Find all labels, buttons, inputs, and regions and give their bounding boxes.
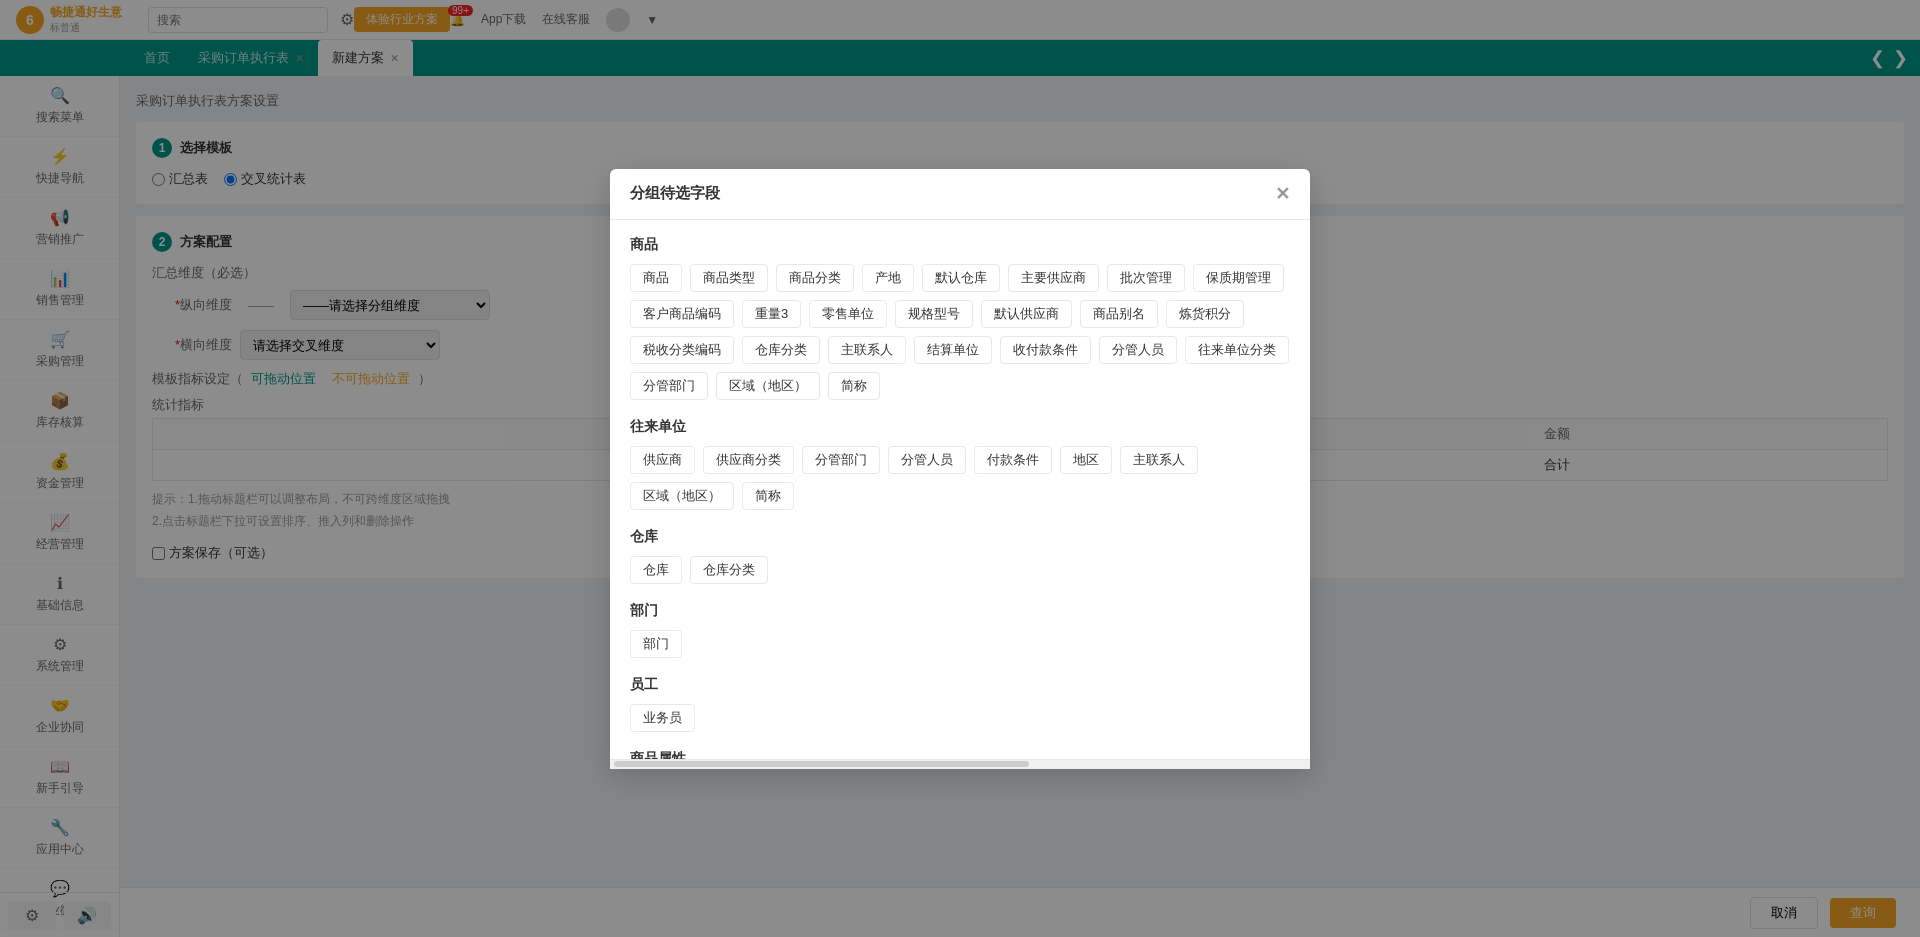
product-attr-section-title: 商品属性 xyxy=(630,750,1290,759)
modal-close-button[interactable]: ✕ xyxy=(1275,183,1290,205)
field-tag[interactable]: 业务员 xyxy=(630,704,695,732)
field-tag[interactable]: 保质期管理 xyxy=(1193,264,1284,292)
field-section-partner: 往来单位 供应商 供应商分类 分管部门 分管人员 付款条件 地区 主联系人 区域… xyxy=(630,418,1290,510)
field-tag[interactable]: 仓库分类 xyxy=(742,336,820,364)
partner-section-title: 往来单位 xyxy=(630,418,1290,436)
modal-hscroll-thumb[interactable] xyxy=(614,761,1029,767)
field-tag[interactable]: 区域（地区） xyxy=(630,482,734,510)
goods-field-tags: 商品 商品类型 商品分类 产地 默认仓库 主要供应商 批次管理 保质期管理 客户… xyxy=(630,264,1290,400)
field-tag[interactable]: 地区 xyxy=(1060,446,1112,474)
field-tag[interactable]: 客户商品编码 xyxy=(630,300,734,328)
field-section-goods: 商品 商品 商品类型 商品分类 产地 默认仓库 主要供应商 批次管理 保质期管理… xyxy=(630,236,1290,400)
staff-field-tags: 业务员 xyxy=(630,704,1290,732)
field-tag[interactable]: 分管部门 xyxy=(630,372,708,400)
field-select-modal: 分组待选字段 ✕ 商品 商品 商品类型 商品分类 产地 默认仓库 主要供应商 批… xyxy=(610,169,1310,769)
field-tag[interactable]: 默认仓库 xyxy=(922,264,1000,292)
field-tag[interactable]: 炼货积分 xyxy=(1166,300,1244,328)
field-tag[interactable]: 商品 xyxy=(630,264,682,292)
field-tag[interactable]: 零售单位 xyxy=(809,300,887,328)
modal-horizontal-scrollbar[interactable] xyxy=(610,759,1310,769)
partner-field-tags: 供应商 供应商分类 分管部门 分管人员 付款条件 地区 主联系人 区域（地区） … xyxy=(630,446,1290,510)
field-tag[interactable]: 简称 xyxy=(742,482,794,510)
field-tag[interactable]: 区域（地区） xyxy=(716,372,820,400)
field-tag[interactable]: 批次管理 xyxy=(1107,264,1185,292)
modal-overlay: 分组待选字段 ✕ 商品 商品 商品类型 商品分类 产地 默认仓库 主要供应商 批… xyxy=(0,0,1920,937)
modal-title: 分组待选字段 xyxy=(630,184,720,203)
field-tag[interactable]: 简称 xyxy=(828,372,880,400)
warehouse-field-tags: 仓库 仓库分类 xyxy=(630,556,1290,584)
field-tag[interactable]: 规格型号 xyxy=(895,300,973,328)
field-tag[interactable]: 商品分类 xyxy=(776,264,854,292)
field-tag[interactable]: 分管部门 xyxy=(802,446,880,474)
field-tag[interactable]: 供应商 xyxy=(630,446,695,474)
field-tag[interactable]: 分管人员 xyxy=(1099,336,1177,364)
field-tag[interactable]: 结算单位 xyxy=(914,336,992,364)
field-tag[interactable]: 主要供应商 xyxy=(1008,264,1099,292)
field-tag[interactable]: 仓库 xyxy=(630,556,682,584)
field-tag[interactable]: 商品类型 xyxy=(690,264,768,292)
modal-header: 分组待选字段 ✕ xyxy=(610,169,1310,220)
dept-section-title: 部门 xyxy=(630,602,1290,620)
field-section-product-attr: 商品属性 属性 颜色 多规格 尺码 鞋码 1 xyxy=(630,750,1290,759)
field-tag[interactable]: 默认供应商 xyxy=(981,300,1072,328)
field-tag[interactable]: 供应商分类 xyxy=(703,446,794,474)
field-tag[interactable]: 仓库分类 xyxy=(690,556,768,584)
field-tag[interactable]: 重量3 xyxy=(742,300,801,328)
warehouse-section-title: 仓库 xyxy=(630,528,1290,546)
field-tag[interactable]: 主联系人 xyxy=(1120,446,1198,474)
field-tag[interactable]: 税收分类编码 xyxy=(630,336,734,364)
modal-body: 商品 商品 商品类型 商品分类 产地 默认仓库 主要供应商 批次管理 保质期管理… xyxy=(610,220,1310,759)
field-section-dept: 部门 部门 xyxy=(630,602,1290,658)
field-tag[interactable]: 往来单位分类 xyxy=(1185,336,1289,364)
field-tag[interactable]: 部门 xyxy=(630,630,682,658)
field-tag[interactable]: 产地 xyxy=(862,264,914,292)
field-tag[interactable]: 付款条件 xyxy=(974,446,1052,474)
dept-field-tags: 部门 xyxy=(630,630,1290,658)
field-tag[interactable]: 分管人员 xyxy=(888,446,966,474)
field-tag[interactable]: 商品别名 xyxy=(1080,300,1158,328)
field-tag[interactable]: 主联系人 xyxy=(828,336,906,364)
field-tag[interactable]: 收付款条件 xyxy=(1000,336,1091,364)
goods-section-title: 商品 xyxy=(630,236,1290,254)
field-section-warehouse: 仓库 仓库 仓库分类 xyxy=(630,528,1290,584)
field-section-staff: 员工 业务员 xyxy=(630,676,1290,732)
staff-section-title: 员工 xyxy=(630,676,1290,694)
